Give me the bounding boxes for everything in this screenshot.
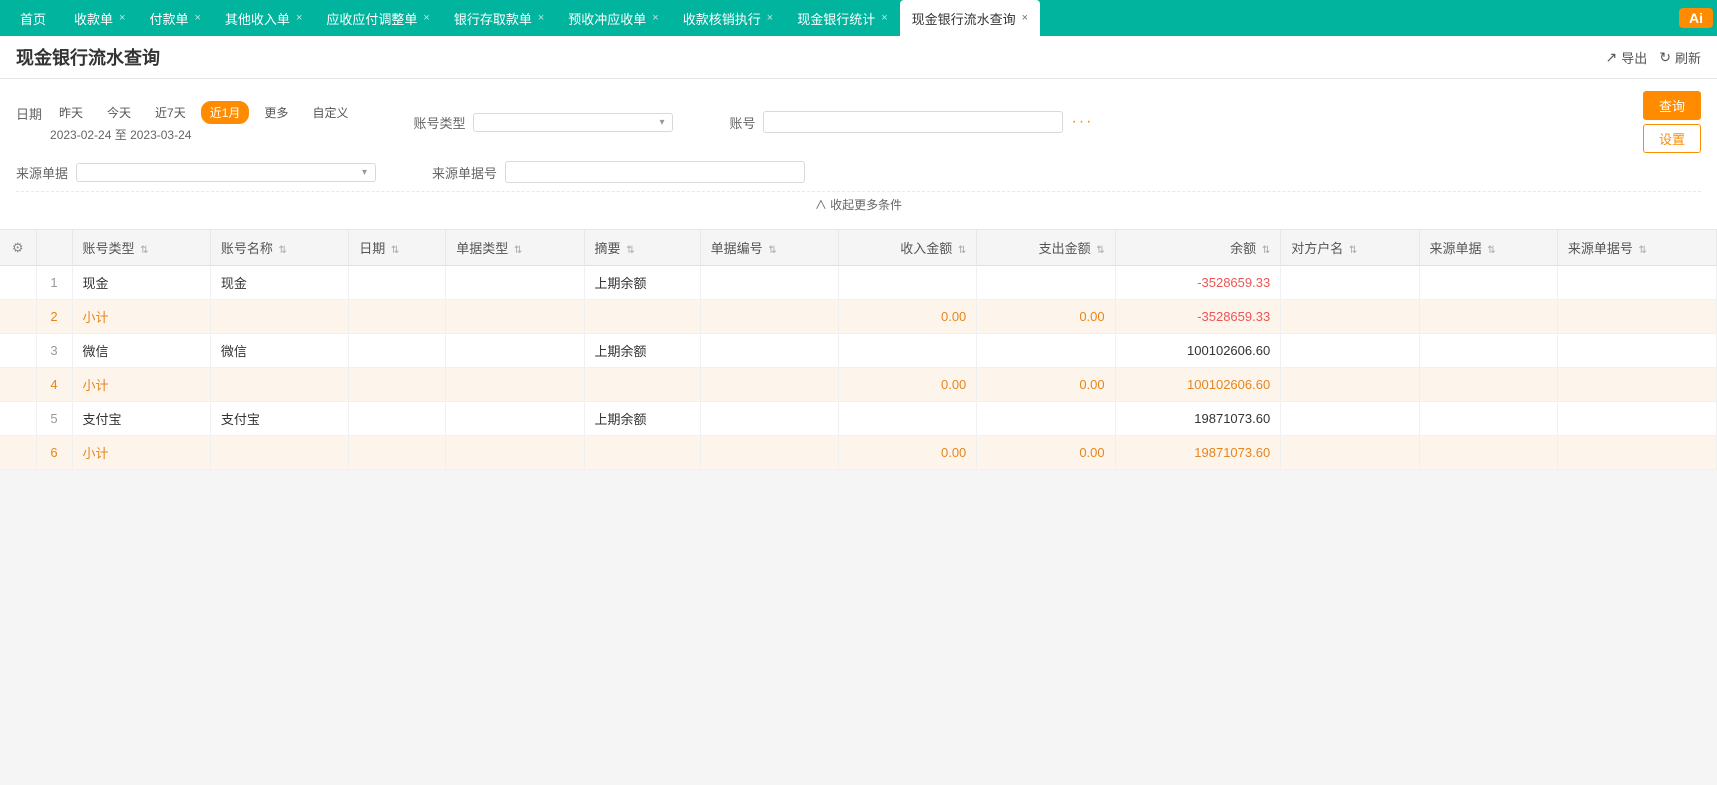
top-nav: 首页 收款单 × 付款单 × 其他收入单 × 应收应付调整单 × 银行存取款单 …	[0, 0, 1717, 36]
more-options-button[interactable]: ···	[1071, 113, 1093, 131]
sort-icon[interactable]: ⇅	[1349, 245, 1357, 256]
col-source-doc: 来源单据 ⇅	[1419, 230, 1557, 266]
refresh-button[interactable]: ↻ 刷新	[1659, 48, 1701, 67]
table-wrap: ⚙ 账号类型 ⇅ 账号名称 ⇅ 日期 ⇅ 单据类型 ⇅	[0, 230, 1717, 470]
account-type-select[interactable]: ▾	[473, 113, 673, 132]
date-filter: 日期 昨天 今天 近7天 近1月 更多 自定义 2023-02-24 至 202…	[16, 101, 357, 143]
date-btn-custom[interactable]: 自定义	[303, 101, 357, 124]
page-title: 现金银行流水查询	[16, 44, 160, 70]
col-income: 收入金额 ⇅	[838, 230, 976, 266]
nav-tab-预收冲应收单[interactable]: 预收冲应收单 ×	[556, 0, 670, 36]
sort-icon[interactable]: ⇅	[278, 245, 286, 256]
col-summary: 摘要 ⇅	[584, 230, 700, 266]
close-icon[interactable]: ×	[881, 12, 887, 24]
sort-icon[interactable]: ⇅	[768, 245, 776, 256]
account-label: 账号	[729, 113, 755, 132]
nav-tab-其他收入单[interactable]: 其他收入单 ×	[213, 0, 314, 36]
data-table: ⚙ 账号类型 ⇅ 账号名称 ⇅ 日期 ⇅ 单据类型 ⇅	[0, 230, 1717, 470]
col-account-name: 账号名称 ⇅	[210, 230, 348, 266]
date-btn-more[interactable]: 更多	[255, 101, 297, 124]
source-doc-filter: 来源单据 ▾	[16, 163, 376, 182]
close-icon[interactable]: ×	[119, 12, 125, 24]
col-counterpart: 对方户名 ⇅	[1281, 230, 1419, 266]
sort-icon[interactable]: ⇅	[1639, 245, 1647, 256]
nav-home[interactable]: 首页	[4, 9, 62, 28]
source-doc-no-filter: 来源单据号	[432, 161, 805, 183]
col-gear: ⚙	[0, 230, 36, 266]
source-doc-label: 来源单据	[16, 163, 68, 182]
col-source-doc-no: 来源单据号 ⇅	[1557, 230, 1716, 266]
nav-tab-收款单[interactable]: 收款单 ×	[62, 0, 137, 36]
sort-icon[interactable]: ⇅	[391, 245, 399, 256]
close-icon[interactable]: ×	[538, 12, 544, 24]
col-expense: 支出金额 ⇅	[977, 230, 1115, 266]
date-buttons: 昨天 今天 近7天 近1月 更多 自定义	[50, 101, 357, 124]
ai-button[interactable]: Ai	[1679, 8, 1713, 28]
col-doc-type: 单据类型 ⇅	[446, 230, 584, 266]
sort-icon[interactable]: ⇅	[514, 245, 522, 256]
sort-icon[interactable]: ⇅	[1096, 245, 1104, 256]
sort-icon[interactable]: ⇅	[1262, 245, 1270, 256]
nav-tab-银行存取款单[interactable]: 银行存取款单 ×	[442, 0, 556, 36]
account-type-filter: 账号类型 ▾	[413, 113, 673, 132]
date-btn-yesterday[interactable]: 昨天	[50, 101, 92, 124]
export-icon: ↗	[1606, 49, 1618, 66]
nav-tab-付款单[interactable]: 付款单 ×	[137, 0, 212, 36]
column-settings-icon[interactable]: ⚙	[12, 240, 24, 255]
query-button[interactable]: 查询	[1643, 91, 1701, 120]
close-icon[interactable]: ×	[1022, 12, 1028, 24]
chevron-up-icon: ∧	[815, 198, 827, 212]
col-num	[36, 230, 72, 266]
chevron-down-icon: ▾	[659, 117, 664, 128]
filter-row-1: 日期 昨天 今天 近7天 近1月 更多 自定义 2023-02-24 至 202…	[16, 91, 1701, 153]
action-buttons: 查询 设置	[1643, 91, 1701, 153]
header-actions: ↗ 导出 ↻ 刷新	[1606, 48, 1702, 67]
date-btn-7days[interactable]: 近7天	[146, 101, 195, 124]
nav-tab-收款核销执行[interactable]: 收款核销执行 ×	[671, 0, 785, 36]
source-doc-no-label: 来源单据号	[432, 163, 497, 182]
table-row: 1现金现金上期余额-3528659.33	[0, 266, 1717, 300]
date-options-group: 昨天 今天 近7天 近1月 更多 自定义 2023-02-24 至 2023-0…	[50, 101, 357, 143]
sort-icon[interactable]: ⇅	[958, 245, 966, 256]
refresh-icon: ↻	[1659, 49, 1671, 66]
date-label: 日期	[16, 104, 42, 123]
table-row: 5支付宝支付宝上期余额19871073.60	[0, 402, 1717, 436]
date-btn-today[interactable]: 今天	[98, 101, 140, 124]
sort-icon[interactable]: ⇅	[140, 245, 148, 256]
account-type-label: 账号类型	[413, 113, 465, 132]
close-icon[interactable]: ×	[423, 12, 429, 24]
col-doc-no: 单据编号 ⇅	[700, 230, 838, 266]
filter-row-2: 来源单据 ▾ 来源单据号	[16, 161, 1701, 183]
account-filter: 账号 ···	[729, 111, 1093, 133]
collapse-bar[interactable]: ∧ 收起更多条件	[16, 191, 1701, 217]
col-balance: 余额 ⇅	[1115, 230, 1281, 266]
source-doc-select[interactable]: ▾	[76, 163, 376, 182]
nav-tab-现金银行统计[interactable]: 现金银行统计 ×	[785, 0, 899, 36]
export-button[interactable]: ↗ 导出	[1606, 48, 1648, 67]
table-row: 6小计0.000.0019871073.60	[0, 436, 1717, 470]
close-icon[interactable]: ×	[296, 12, 302, 24]
nav-tab-应收应付调整单[interactable]: 应收应付调整单 ×	[314, 0, 441, 36]
setting-button[interactable]: 设置	[1643, 124, 1701, 153]
sort-icon[interactable]: ⇅	[1487, 245, 1495, 256]
date-range-display: 2023-02-24 至 2023-03-24	[50, 126, 357, 143]
nav-tab-现金银行流水查询[interactable]: 现金银行流水查询 ×	[900, 0, 1040, 36]
table-row: 2小计0.000.00-3528659.33	[0, 300, 1717, 334]
source-doc-no-input[interactable]	[505, 161, 805, 183]
close-icon[interactable]: ×	[652, 12, 658, 24]
date-btn-1month[interactable]: 近1月	[201, 101, 250, 124]
chevron-down-icon: ▾	[362, 167, 367, 178]
col-date: 日期 ⇅	[349, 230, 446, 266]
filter-area: 日期 昨天 今天 近7天 近1月 更多 自定义 2023-02-24 至 202…	[0, 79, 1717, 230]
page-header: 现金银行流水查询 ↗ 导出 ↻ 刷新	[0, 36, 1717, 79]
table-body: 1现金现金上期余额-3528659.332小计0.000.00-3528659.…	[0, 266, 1717, 470]
close-icon[interactable]: ×	[194, 12, 200, 24]
table-row: 4小计0.000.00100102606.60	[0, 368, 1717, 402]
account-input[interactable]	[763, 111, 1063, 133]
col-account-type: 账号类型 ⇅	[72, 230, 210, 266]
table-row: 3微信微信上期余额100102606.60	[0, 334, 1717, 368]
table-header-row: ⚙ 账号类型 ⇅ 账号名称 ⇅ 日期 ⇅ 单据类型 ⇅	[0, 230, 1717, 266]
close-icon[interactable]: ×	[767, 12, 773, 24]
sort-icon[interactable]: ⇅	[626, 245, 634, 256]
